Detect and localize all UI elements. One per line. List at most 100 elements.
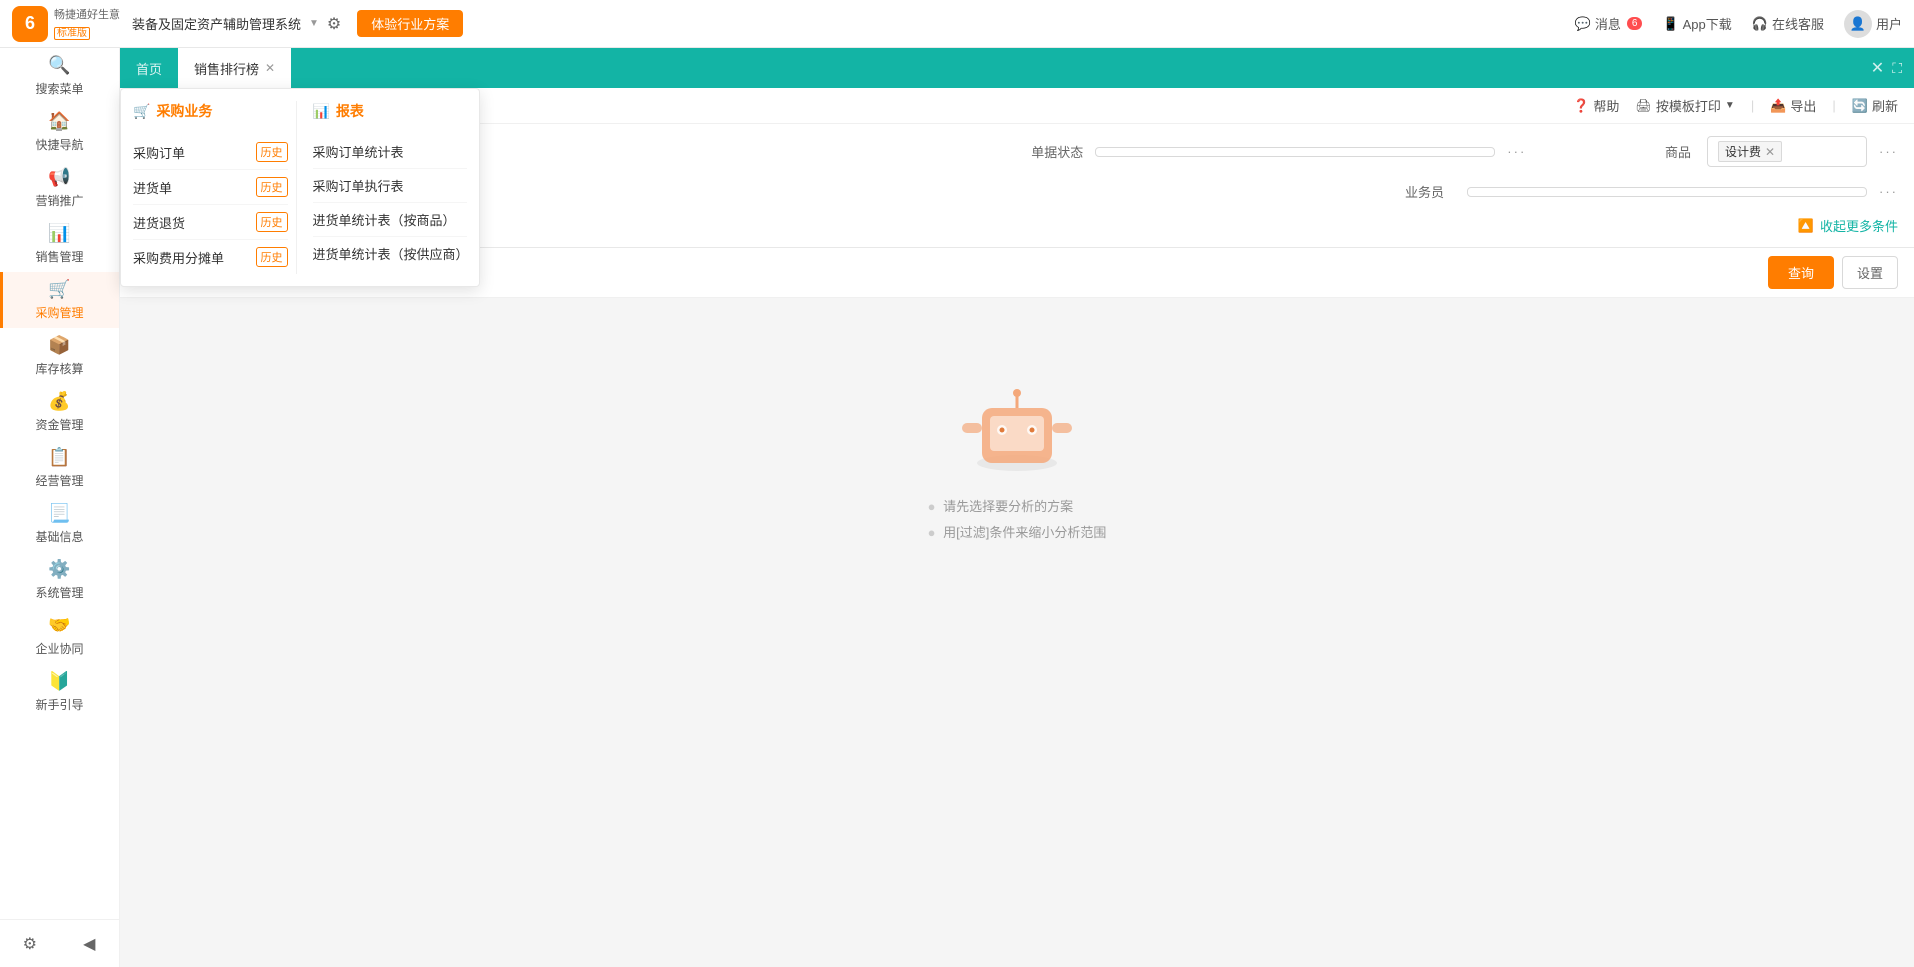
close-all-icon[interactable]: ✕ — [1871, 58, 1884, 78]
hint2-dot: ● — [928, 525, 936, 540]
incoming-label: 进货单 — [133, 178, 172, 197]
sidebar-item-finance[interactable]: 💰 资金管理 — [0, 384, 119, 440]
export-btn[interactable]: 📤 导出 — [1770, 96, 1816, 115]
refresh-btn[interactable]: 🔄 刷新 — [1852, 96, 1898, 115]
toolbar-sep1: | — [1751, 98, 1754, 113]
sidebar-item-newbie[interactable]: 🔰 新手引导 — [0, 664, 119, 720]
collapse-btn[interactable]: 🔼 收起更多条件 — [1798, 216, 1898, 235]
sidebar-item-sales[interactable]: 📊 销售管理 — [0, 216, 119, 272]
return-label: 进货退货 — [133, 213, 185, 232]
sidebar-label-purchase: 采购管理 — [35, 304, 83, 321]
tab-close-icon[interactable]: ✕ — [265, 61, 275, 75]
system-name-label: 装备及固定资产辅助管理系统 — [132, 14, 301, 33]
expense-label: 采购费用分摊单 — [133, 248, 224, 267]
sidebar-item-basic-info[interactable]: 📃 基础信息 — [0, 496, 119, 552]
refresh-label: 刷新 — [1872, 96, 1898, 115]
tab-sales-rank[interactable]: 销售排行榜 ✕ — [178, 48, 291, 88]
sidebar-item-corp[interactable]: 🤝 企业协同 — [0, 608, 119, 664]
dropdown-item-incoming[interactable]: 进货单 历史 — [133, 170, 288, 205]
dropdown-item-po-exec[interactable]: 采购订单执行表 — [313, 169, 468, 203]
purchase-order-history: 历史 — [256, 142, 288, 162]
goods-more-btn[interactable]: ··· — [1879, 144, 1898, 159]
status-filter-input[interactable] — [1095, 147, 1495, 157]
sidebar-settings-btn[interactable]: ⚙ — [0, 920, 60, 967]
sidebar-label-quicknav: 快捷导航 — [35, 136, 83, 153]
set-button[interactable]: 设置 — [1842, 256, 1898, 289]
headset-icon: 🎧 — [1752, 16, 1768, 32]
po-stat-label: 采购订单统计表 — [313, 142, 404, 161]
app-download-btn[interactable]: 📱 App下载 — [1662, 14, 1731, 33]
dropdown-item-expense[interactable]: 采购费用分摊单 历史 — [133, 240, 288, 274]
report-col-title-text: 报表 — [336, 101, 364, 121]
expand-icon[interactable]: ⛶ — [1892, 60, 1902, 77]
purchase-col-icon: 🛒 — [133, 103, 150, 120]
online-service-label: 在线客服 — [1772, 14, 1824, 33]
export-icon: 📤 — [1770, 98, 1786, 114]
sidebar-label-sales: 销售管理 — [35, 248, 83, 265]
purchase-col-title: 🛒 采购业务 — [133, 101, 288, 127]
empty-illustration — [957, 378, 1077, 478]
tabbar: 首页 销售排行榜 ✕ ✕ ⛶ — [120, 48, 1914, 88]
dropdown-item-purchase-order[interactable]: 采购订单 历史 — [133, 135, 288, 170]
salesman-filter-label: 业务员 — [1405, 182, 1455, 201]
collapse-label: 收起更多条件 — [1820, 216, 1898, 235]
tab-sales-rank-label: 销售排行榜 — [194, 59, 259, 78]
message-label: 消息 — [1595, 14, 1621, 33]
empty-text-block: ● 请先选择要分析的方案 ● 用[过滤]条件来缩小分析范围 — [928, 494, 1107, 546]
report-col: 📊 报表 采购订单统计表 采购订单执行表 进货单统计表（按商品） 进货单统计表（… — [296, 101, 468, 274]
print-dropdown-icon: ▼ — [1725, 100, 1735, 111]
sidebar-label-newbie: 新手引导 — [35, 696, 83, 713]
sidebar-item-purchase[interactable]: 🛒 采购管理 — [0, 272, 119, 328]
sidebar-collapse-btn[interactable]: ◀ — [60, 920, 120, 967]
empty-hint2-text: 用[过滤]条件来缩小分析范围 — [943, 525, 1106, 540]
sidebar-item-inventory[interactable]: 📦 库存核算 — [0, 328, 119, 384]
tab-home[interactable]: 首页 — [120, 48, 178, 88]
return-history: 历史 — [256, 212, 288, 232]
help-label: 帮助 — [1593, 96, 1619, 115]
dropdown-item-incoming-stat-goods[interactable]: 进货单统计表（按商品） — [313, 203, 468, 237]
sidebar-item-quicknav[interactable]: 🏠 快捷导航 — [0, 104, 119, 160]
goods-filter-input[interactable]: 设计费 ✕ — [1707, 136, 1867, 167]
sidebar-label-system: 系统管理 — [35, 584, 83, 601]
toolbar-sep2: | — [1832, 98, 1835, 113]
dropdown-item-po-stat[interactable]: 采购订单统计表 — [313, 135, 468, 169]
print-label: 按模板打印 — [1656, 96, 1721, 115]
logo-area: 6 畅捷通好生意 标准版 — [12, 6, 132, 42]
sidebar-item-marketing[interactable]: 📢 营销推广 — [0, 160, 119, 216]
user-label: 用户 — [1876, 14, 1902, 33]
marketing-icon: 📢 — [48, 167, 70, 188]
online-service-btn[interactable]: 🎧 在线客服 — [1752, 14, 1824, 33]
trial-button[interactable]: 体验行业方案 — [357, 10, 463, 37]
sidebar-item-search[interactable]: 🔍 搜索菜单 — [0, 48, 119, 104]
salesman-more-btn[interactable]: ··· — [1879, 184, 1898, 199]
sidebar-label-marketing: 营销推广 — [35, 192, 83, 209]
print-btn[interactable]: 🖨 按模板打印 ▼ — [1635, 96, 1734, 115]
basic-info-icon: 📃 — [48, 503, 70, 524]
query-button[interactable]: 查询 — [1768, 256, 1834, 289]
app-download-label: App下载 — [1683, 14, 1732, 33]
export-label: 导出 — [1790, 96, 1816, 115]
report-col-title: 📊 报表 — [313, 101, 468, 127]
sidebar-item-system[interactable]: ⚙️ 系统管理 — [0, 552, 119, 608]
home-icon: 🏠 — [48, 111, 70, 132]
sidebar-label-operations: 经营管理 — [35, 472, 83, 489]
help-btn[interactable]: ❓ 帮助 — [1573, 96, 1619, 115]
po-exec-label: 采购订单执行表 — [313, 176, 404, 195]
goods-tag-close[interactable]: ✕ — [1765, 145, 1775, 159]
settings-icon[interactable]: ⚙ — [327, 14, 341, 34]
system-name[interactable]: 装备及固定资产辅助管理系统 ▼ — [132, 14, 319, 33]
sidebar-label-basic-info: 基础信息 — [35, 528, 83, 545]
logo-text-block: 畅捷通好生意 标准版 — [54, 8, 120, 38]
status-more-btn[interactable]: ··· — [1507, 144, 1526, 159]
salesman-filter-input[interactable] — [1467, 187, 1867, 197]
dropdown-item-incoming-stat-supplier[interactable]: 进货单统计表（按供应商） — [313, 237, 468, 270]
dropdown-item-return[interactable]: 进货退货 历史 — [133, 205, 288, 240]
finance-icon: 💰 — [48, 391, 70, 412]
message-btn[interactable]: 💬 消息 6 — [1575, 14, 1643, 33]
purchase-dropdown-menu: 🛒 采购业务 采购订单 历史 进货单 历史 进货退货 历史 采购费用分摊单 历史… — [120, 88, 480, 287]
user-btn[interactable]: 👤 用户 — [1844, 10, 1902, 38]
sidebar-item-operations[interactable]: 📋 经营管理 — [0, 440, 119, 496]
sales-icon: 📊 — [48, 223, 70, 244]
report-col-icon: 📊 — [313, 103, 330, 120]
purchase-icon: 🛒 — [48, 279, 70, 300]
